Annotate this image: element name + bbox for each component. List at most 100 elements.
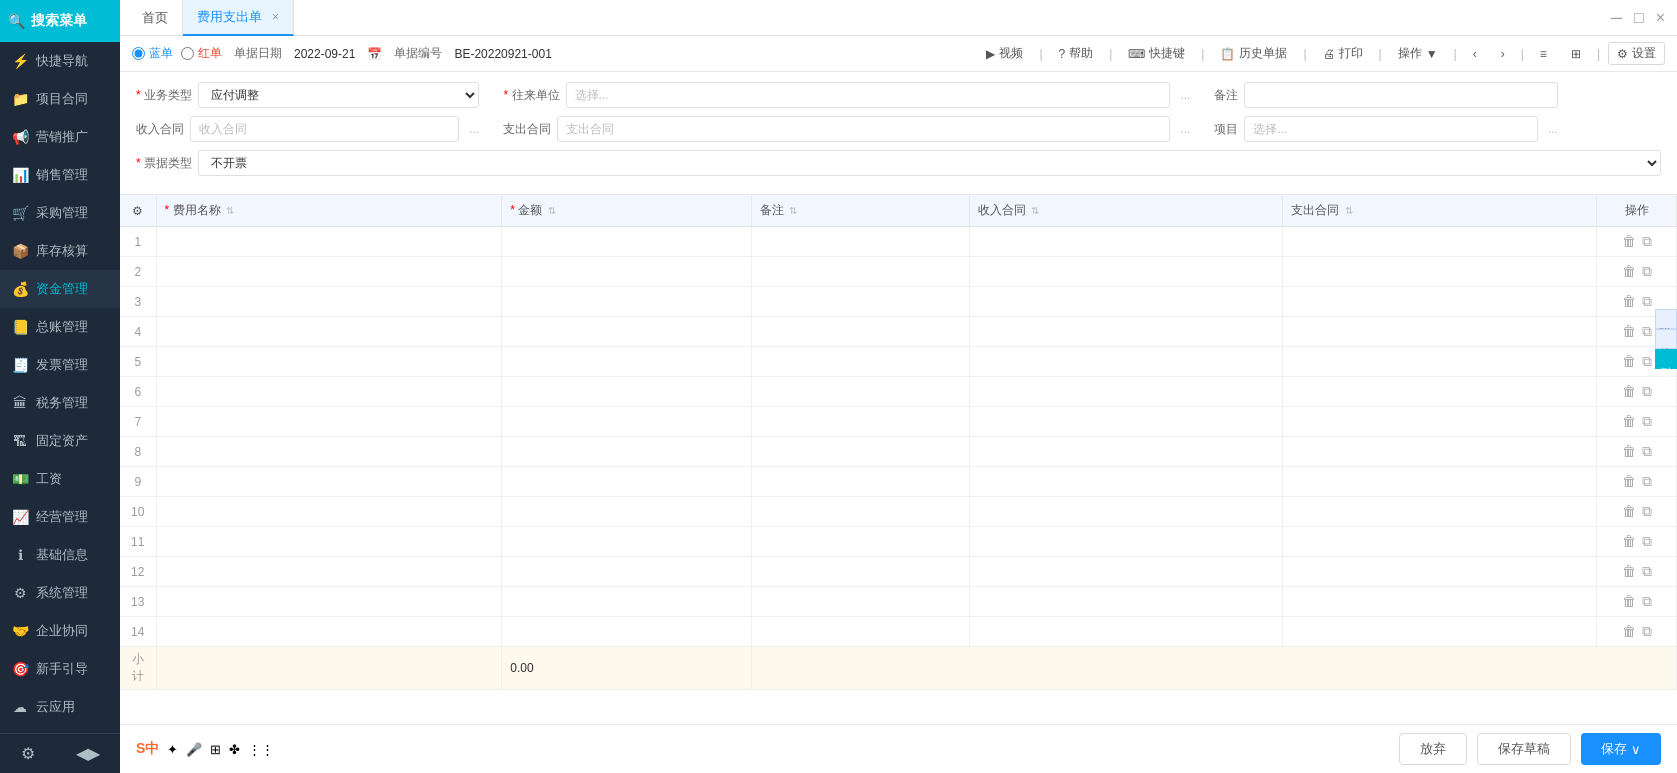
row-expense-name[interactable] [156, 377, 502, 407]
delete-icon[interactable]: 🗑 [1622, 293, 1636, 310]
calendar-icon[interactable]: 📅 [367, 47, 382, 61]
window-minimize[interactable]: ─ [1607, 7, 1626, 29]
copy-icon[interactable]: ⧉ [1642, 383, 1652, 400]
row-income-contract[interactable] [969, 317, 1283, 347]
delete-icon[interactable]: 🗑 [1622, 383, 1636, 400]
row-remark[interactable] [751, 257, 969, 287]
row-remark[interactable] [751, 287, 969, 317]
radio-blue[interactable]: 蓝单 [132, 45, 173, 62]
sidebar-item-purchase-mgmt[interactable]: 🛒 采购管理 [0, 194, 120, 232]
row-income-contract[interactable] [969, 527, 1283, 557]
delete-icon[interactable]: 🗑 [1622, 623, 1636, 640]
copy-icon[interactable]: ⧉ [1642, 623, 1652, 640]
expense-ellipsis[interactable]: ... [1180, 122, 1190, 136]
row-expense-contract[interactable] [1283, 287, 1597, 317]
business-type-select[interactable]: 应付调整 [198, 82, 479, 108]
copy-icon[interactable]: ⧉ [1642, 443, 1652, 460]
income-ellipsis[interactable]: ... [469, 122, 479, 136]
row-expense-contract[interactable] [1283, 437, 1597, 467]
sidebar-item-sales-mgmt[interactable]: 📊 销售管理 [0, 156, 120, 194]
row-amount[interactable] [502, 497, 752, 527]
row-amount[interactable] [502, 527, 752, 557]
row-expense-name[interactable] [156, 467, 502, 497]
sidebar-search[interactable]: 🔍 搜索菜单 [0, 0, 120, 42]
row-income-contract[interactable] [969, 617, 1283, 647]
footer-icon-1[interactable]: ✦ [167, 742, 178, 757]
row-expense-contract[interactable] [1283, 617, 1597, 647]
tab-home[interactable]: 首页 [128, 0, 183, 36]
copy-icon[interactable]: ⧉ [1642, 503, 1652, 520]
row-amount[interactable] [502, 407, 752, 437]
row-expense-name[interactable] [156, 407, 502, 437]
row-expense-name[interactable] [156, 497, 502, 527]
save-button[interactable]: 保存 ∨ [1581, 733, 1661, 765]
row-expense-name[interactable] [156, 587, 502, 617]
row-expense-contract[interactable] [1283, 467, 1597, 497]
row-income-contract[interactable] [969, 287, 1283, 317]
row-expense-contract[interactable] [1283, 557, 1597, 587]
row-expense-contract[interactable] [1283, 317, 1597, 347]
video-btn[interactable]: ▶ 视频 [978, 43, 1031, 64]
row-expense-name[interactable] [156, 347, 502, 377]
sidebar-item-sys-mgmt[interactable]: ⚙ 系统管理 [0, 574, 120, 612]
sticky-btn-3[interactable]: 侧 [1655, 349, 1677, 369]
sidebar-item-project-contract[interactable]: 📁 项目合同 [0, 80, 120, 118]
sidebar-item-tax-mgmt[interactable]: 🏛 税务管理 [0, 384, 120, 422]
invoice-type-select[interactable]: 不开票 [198, 150, 1661, 176]
sticky-btn-1[interactable]: 附 [1655, 309, 1677, 329]
row-income-contract[interactable] [969, 587, 1283, 617]
copy-icon[interactable]: ⧉ [1642, 323, 1652, 340]
sidebar-item-quick-nav[interactable]: ⚡ 快捷导航 [0, 42, 120, 80]
copy-icon[interactable]: ⧉ [1642, 473, 1652, 490]
copy-icon[interactable]: ⧉ [1642, 353, 1652, 370]
row-amount[interactable] [502, 257, 752, 287]
delete-icon[interactable]: 🗑 [1622, 533, 1636, 550]
delete-icon[interactable]: 🗑 [1622, 413, 1636, 430]
row-expense-contract[interactable] [1283, 257, 1597, 287]
row-remark[interactable] [751, 557, 969, 587]
row-remark[interactable] [751, 437, 969, 467]
discard-button[interactable]: 放弃 [1399, 733, 1467, 765]
row-remark[interactable] [751, 617, 969, 647]
row-amount[interactable] [502, 317, 752, 347]
copy-icon[interactable]: ⧉ [1642, 263, 1652, 280]
sidebar-item-cloud-apps[interactable]: ☁ 云应用 [0, 688, 120, 726]
copy-icon[interactable]: ⧉ [1642, 593, 1652, 610]
row-income-contract[interactable] [969, 407, 1283, 437]
row-expense-contract[interactable] [1283, 497, 1597, 527]
row-remark[interactable] [751, 467, 969, 497]
sidebar-item-basic-info[interactable]: ℹ 基础信息 [0, 536, 120, 574]
row-amount[interactable] [502, 557, 752, 587]
project-ellipsis[interactable]: ... [1548, 122, 1558, 136]
delete-icon[interactable]: 🗑 [1622, 353, 1636, 370]
row-remark[interactable] [751, 527, 969, 557]
copy-icon[interactable]: ⧉ [1642, 233, 1652, 250]
save-draft-button[interactable]: 保存草稿 [1477, 733, 1571, 765]
row-expense-name[interactable] [156, 557, 502, 587]
delete-icon[interactable]: 🗑 [1622, 323, 1636, 340]
operation-btn[interactable]: 操作 ▼ [1390, 43, 1446, 64]
sidebar-item-fixed-assets[interactable]: 🏗 固定资产 [0, 422, 120, 460]
row-expense-contract[interactable] [1283, 227, 1597, 257]
delete-icon[interactable]: 🗑 [1622, 593, 1636, 610]
list-view-btn[interactable]: ≡ [1532, 45, 1555, 63]
footer-icon-4[interactable]: ✤ [229, 742, 240, 757]
sidebar-item-new-guide[interactable]: 🎯 新手引导 [0, 650, 120, 688]
nav-next[interactable]: › [1493, 45, 1513, 63]
row-expense-name[interactable] [156, 317, 502, 347]
sidebar-item-marketing[interactable]: 📢 营销推广 [0, 118, 120, 156]
expense-contract-input[interactable] [557, 116, 1170, 142]
row-expense-name[interactable] [156, 527, 502, 557]
window-maximize[interactable]: □ [1630, 7, 1648, 29]
delete-icon[interactable]: 🗑 [1622, 503, 1636, 520]
row-remark[interactable] [751, 377, 969, 407]
footer-icon-2[interactable]: 🎤 [186, 742, 202, 757]
print-btn[interactable]: 🖨 打印 [1315, 43, 1371, 64]
row-income-contract[interactable] [969, 467, 1283, 497]
row-expense-contract[interactable] [1283, 377, 1597, 407]
sidebar-item-payroll[interactable]: 💵 工资 [0, 460, 120, 498]
radio-blue-input[interactable] [132, 47, 145, 60]
row-amount[interactable] [502, 287, 752, 317]
sticky-btn-2[interactable]: 件 [1655, 329, 1677, 349]
radio-red[interactable]: 红单 [181, 45, 222, 62]
